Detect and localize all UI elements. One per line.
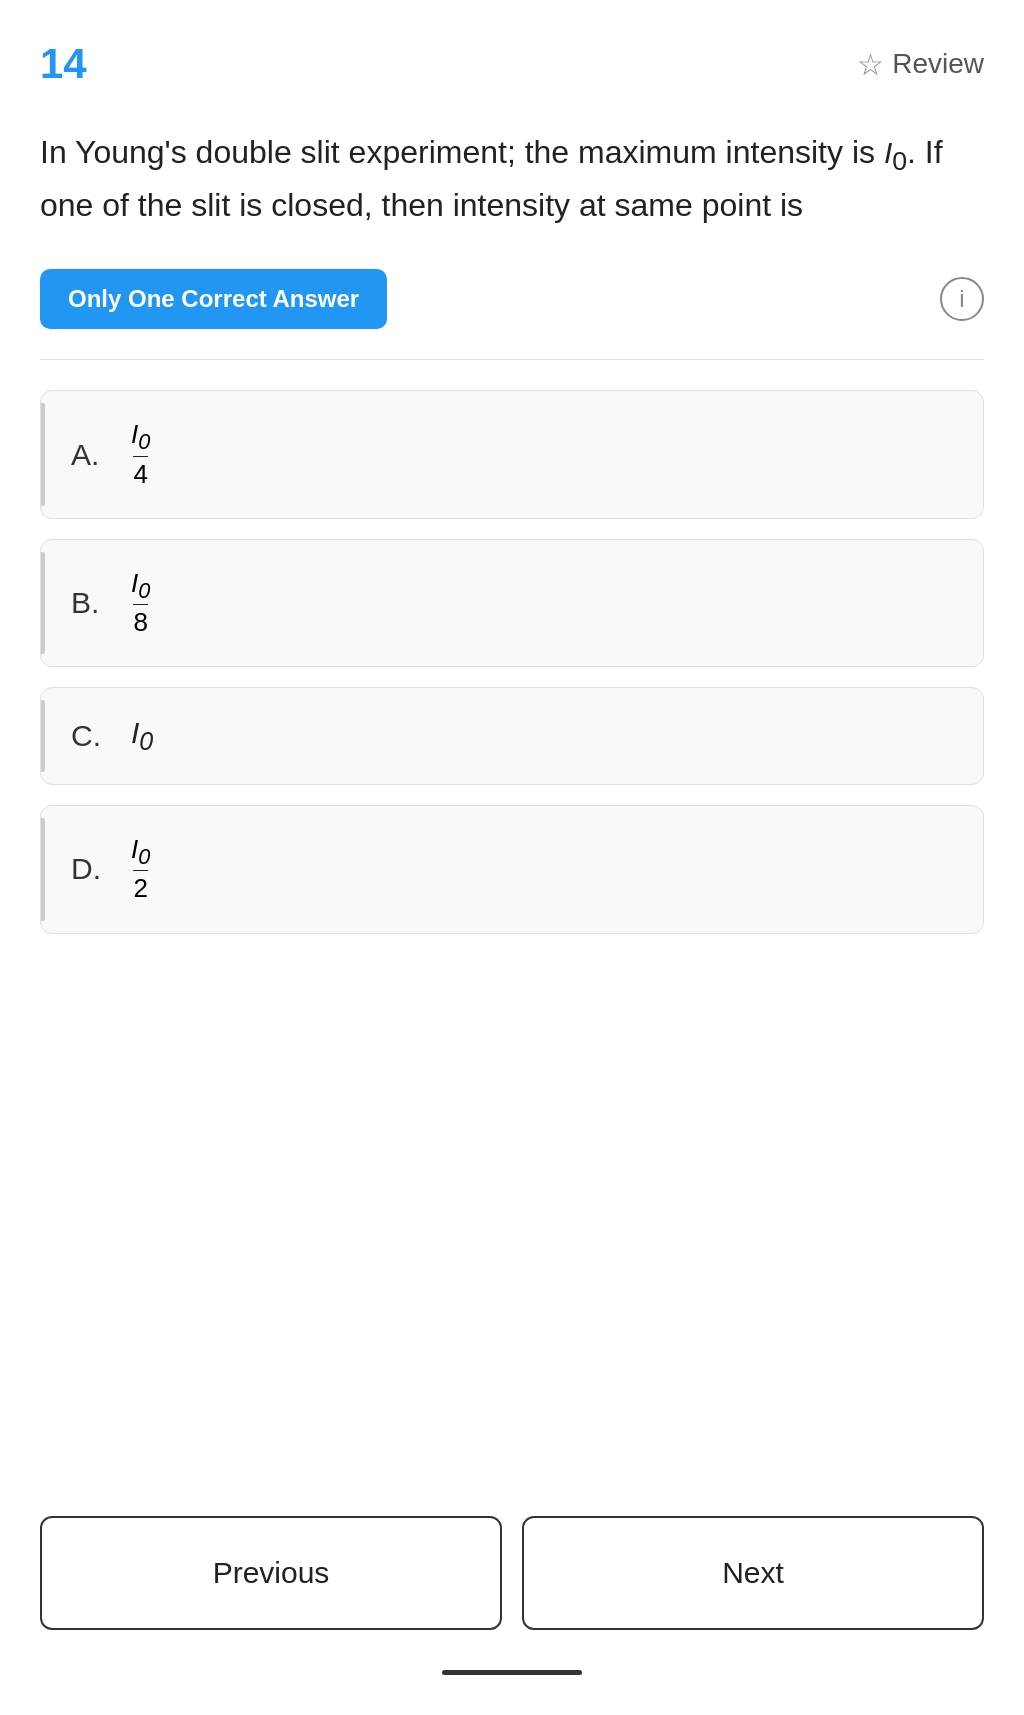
- option-d-value: I0 2: [131, 834, 150, 904]
- answer-type-badge: Only One Correct Answer: [40, 269, 387, 329]
- bottom-navigation: Previous Next: [40, 1516, 984, 1660]
- option-a-value: I0 4: [131, 419, 150, 489]
- option-d[interactable]: D. I0 2: [40, 805, 984, 933]
- info-icon: i: [959, 285, 964, 313]
- option-a-label: A.: [71, 438, 131, 472]
- question-number: 14: [40, 40, 87, 88]
- section-divider: [40, 359, 984, 360]
- option-b-value: I0 8: [131, 568, 150, 638]
- options-list: A. I0 4 B. I0 8 C. I0 D. I0 2: [40, 390, 984, 1466]
- option-b-label: B.: [71, 586, 131, 620]
- home-indicator: [442, 1670, 582, 1675]
- question-text: In Young's double slit experiment; the m…: [40, 128, 984, 229]
- option-c[interactable]: C. I0: [40, 687, 984, 785]
- option-c-label: C.: [71, 719, 131, 753]
- option-b[interactable]: B. I0 8: [40, 539, 984, 667]
- previous-button[interactable]: Previous: [40, 1516, 502, 1630]
- review-label: Review: [892, 48, 984, 80]
- star-icon: ☆: [857, 47, 884, 82]
- review-button[interactable]: ☆ Review: [857, 47, 984, 82]
- option-d-label: D.: [71, 852, 131, 886]
- badge-row: Only One Correct Answer i: [40, 269, 984, 329]
- next-button[interactable]: Next: [522, 1516, 984, 1630]
- info-button[interactable]: i: [940, 277, 984, 321]
- question-header: 14 ☆ Review: [40, 40, 984, 88]
- option-a[interactable]: A. I0 4: [40, 390, 984, 518]
- option-c-value: I0: [131, 716, 153, 756]
